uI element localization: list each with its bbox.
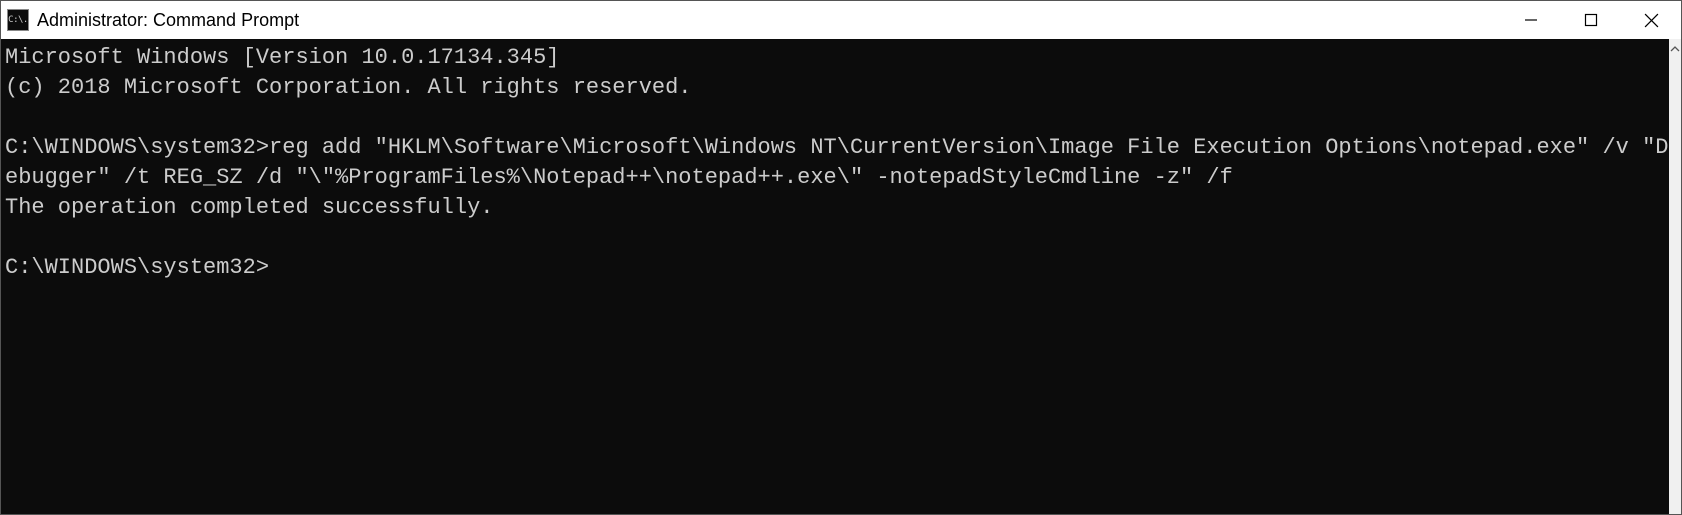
window-title: Administrator: Command Prompt bbox=[37, 10, 299, 31]
prompt-1: C:\WINDOWS\system32> bbox=[5, 135, 269, 160]
maximize-icon bbox=[1584, 13, 1598, 27]
content-area: Microsoft Windows [Version 10.0.17134.34… bbox=[1, 39, 1681, 514]
close-button[interactable] bbox=[1621, 1, 1681, 39]
maximize-button[interactable] bbox=[1561, 1, 1621, 39]
vertical-scrollbar[interactable] bbox=[1669, 39, 1681, 514]
scroll-up-button[interactable] bbox=[1669, 39, 1681, 59]
result-1: The operation completed successfully. bbox=[5, 195, 493, 220]
command-prompt-window: C:\. Administrator: Command Prompt Micro… bbox=[0, 0, 1682, 515]
chevron-up-icon bbox=[1670, 44, 1680, 54]
close-icon bbox=[1644, 13, 1659, 28]
prompt-2: C:\WINDOWS\system32> bbox=[5, 255, 269, 280]
cmd-icon: C:\. bbox=[7, 9, 29, 31]
banner-version: Microsoft Windows [Version 10.0.17134.34… bbox=[5, 45, 560, 70]
titlebar[interactable]: C:\. Administrator: Command Prompt bbox=[1, 1, 1681, 39]
window-controls bbox=[1501, 1, 1681, 39]
minimize-icon bbox=[1524, 13, 1538, 27]
terminal-output[interactable]: Microsoft Windows [Version 10.0.17134.34… bbox=[1, 39, 1669, 514]
scroll-track[interactable] bbox=[1669, 59, 1681, 514]
banner-copyright: (c) 2018 Microsoft Corporation. All righ… bbox=[5, 75, 692, 100]
minimize-button[interactable] bbox=[1501, 1, 1561, 39]
